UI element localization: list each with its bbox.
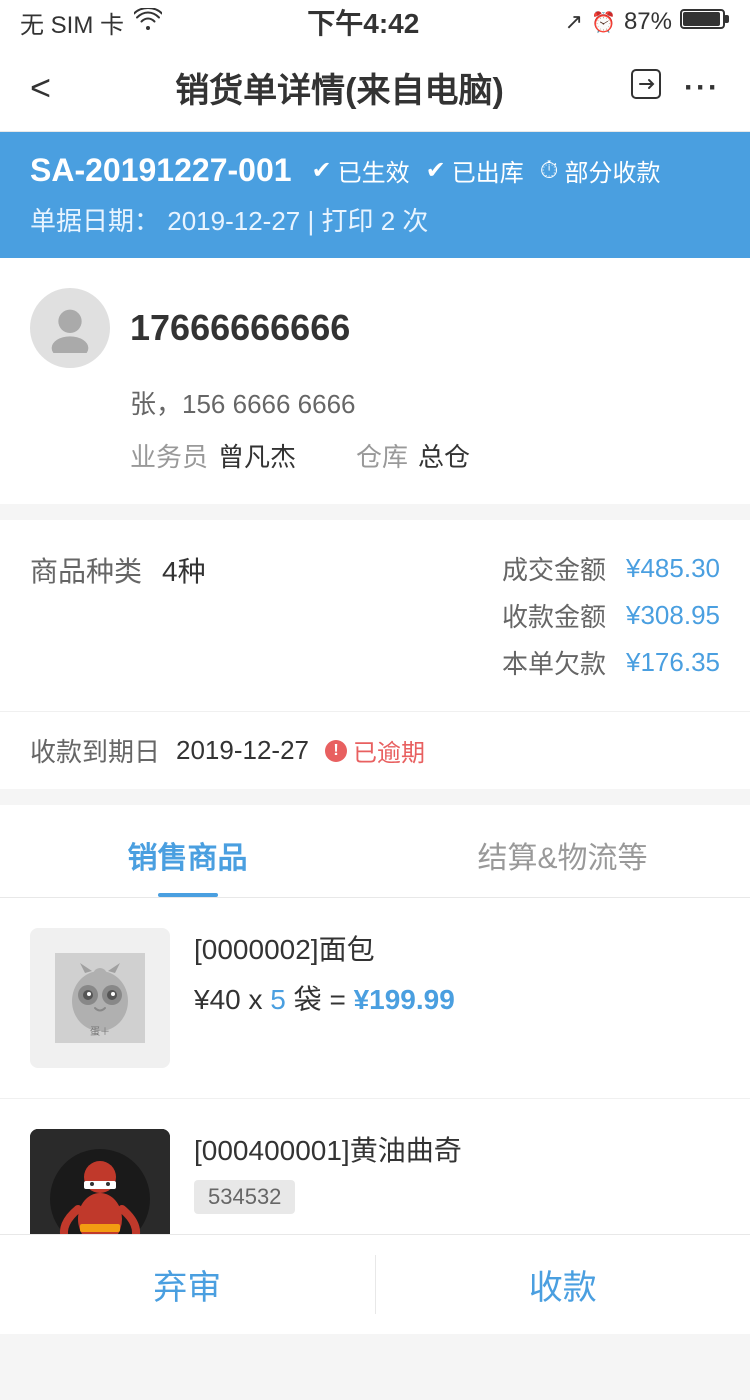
customer-row: 17666666666 <box>30 288 720 368</box>
location-icon: ↗ <box>565 9 583 35</box>
avatar <box>30 288 110 368</box>
wifi-icon <box>134 8 162 37</box>
battery-icon <box>680 7 730 38</box>
status-shipped: ✔ 已出库 <box>426 153 524 188</box>
stats-right: 成交金额 ¥485.30 收款金额 ¥308.95 本单欠款 ¥176.35 <box>502 550 720 681</box>
product-price-1: ¥40 x 5 袋 = ¥199.99 <box>194 978 720 1018</box>
banner-top: SA-20191227-001 ✔ 已生效 ✔ 已出库 ⏱ 部分收款 <box>30 152 720 189</box>
tab-products[interactable]: 销售商品 <box>0 805 375 897</box>
overdue-badge: ! 已逾期 <box>325 733 425 768</box>
product-sku: 534532 <box>194 1180 295 1214</box>
customer-meta: 业务员 曾凡杰 仓库 总仓 <box>30 437 720 474</box>
page-title: 销货单详情(来自电脑) <box>175 63 504 112</box>
received-amount: 收款金额 ¥308.95 <box>502 597 720 634</box>
nav-bar: < 销货单详情(来自电脑) ··· <box>0 44 750 132</box>
clock-icon: ⏱ <box>540 157 559 185</box>
svg-text:蛋＋: 蛋＋ <box>90 1026 110 1038</box>
customer-phone: 17666666666 <box>130 307 350 349</box>
status-time: 下午4:42 <box>307 2 419 42</box>
status-bar-right: ↗ ⏰ 87% <box>565 7 730 38</box>
status-partial: ⏱ 部分收款 <box>540 153 661 188</box>
overdue-date: 2019-12-27 <box>176 735 309 766</box>
sales-person: 业务员 曾凡杰 <box>130 437 296 474</box>
customer-section: 17666666666 张，156 6666 6666 业务员 曾凡杰 仓库 总… <box>0 258 750 504</box>
status-active: ✔ 已生效 <box>312 153 410 188</box>
order-id: SA-20191227-001 <box>30 152 292 189</box>
divider-1 <box>0 504 750 520</box>
nav-right: ··· <box>628 66 720 110</box>
overdue-section: 收款到期日 2019-12-27 ! 已逾期 <box>0 711 750 789</box>
check-icon-1: ✔ <box>312 156 332 185</box>
customer-name-phone: 张，156 6666 6666 <box>30 384 720 421</box>
battery-percent: 87% <box>624 8 672 36</box>
confirm-button[interactable]: 收款 <box>376 1235 750 1334</box>
stats-row: 商品种类 4种 成交金额 ¥485.30 收款金额 ¥308.95 本单欠款 ¥… <box>30 550 720 681</box>
status-bar-left: 无 SIM 卡 <box>20 5 162 40</box>
nav-left: < <box>30 67 51 109</box>
product-name-2: [000400001]黄油曲奇 <box>194 1129 720 1169</box>
deal-amount: 成交金额 ¥485.30 <box>502 550 720 587</box>
cancel-button[interactable]: 弃审 <box>0 1235 375 1334</box>
product-type-stat: 商品种类 4种 <box>30 550 206 590</box>
back-button[interactable]: < <box>30 67 51 109</box>
list-item: 蛋＋ [0000002]面包 ¥40 x 5 袋 = ¥199.99 <box>0 898 750 1099</box>
stats-section: 商品种类 4种 成交金额 ¥485.30 收款金额 ¥308.95 本单欠款 ¥… <box>0 520 750 711</box>
carrier-label: 无 SIM 卡 <box>20 5 124 40</box>
overdue-label: 收款到期日 <box>30 732 160 769</box>
debt-amount: 本单欠款 ¥176.35 <box>502 644 720 681</box>
status-tags: ✔ 已生效 ✔ 已出库 ⏱ 部分收款 <box>312 153 661 188</box>
check-icon-2: ✔ <box>426 156 446 185</box>
product-image-1: 蛋＋ <box>30 928 170 1068</box>
header-banner: SA-20191227-001 ✔ 已生效 ✔ 已出库 ⏱ 部分收款 单据日期：… <box>0 132 750 258</box>
bottom-bar: 弃审 收款 <box>0 1234 750 1334</box>
tabs-bar: 销售商品 结算&物流等 <box>0 805 750 898</box>
alarm-icon: ⏰ <box>591 10 616 35</box>
tab-settlement[interactable]: 结算&物流等 <box>375 805 750 897</box>
warehouse: 仓库 总仓 <box>356 437 470 474</box>
overdue-dot-icon: ! <box>325 740 347 762</box>
divider-2 <box>0 789 750 805</box>
stats-left: 商品种类 4种 <box>30 550 206 590</box>
more-icon[interactable]: ··· <box>684 71 720 105</box>
product-name-1: [0000002]面包 <box>194 928 720 968</box>
product-info-1: [0000002]面包 ¥40 x 5 袋 = ¥199.99 <box>194 928 720 1018</box>
status-bar: 无 SIM 卡 下午4:42 ↗ ⏰ 87% <box>0 0 750 44</box>
banner-date: 单据日期： 2019-12-27 | 打印 2 次 <box>30 201 720 238</box>
share-icon[interactable] <box>628 66 664 110</box>
